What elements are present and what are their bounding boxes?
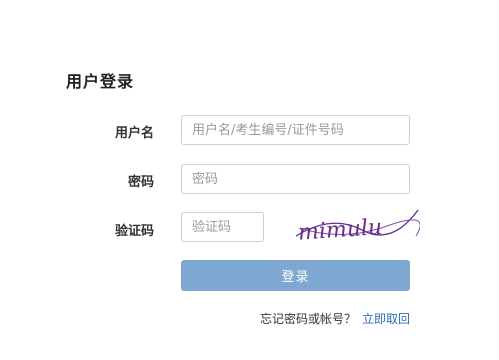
- password-label: 密码: [127, 175, 154, 190]
- captcha-input[interactable]: [181, 212, 264, 242]
- username-input[interactable]: [181, 115, 410, 145]
- captcha-label: 验证码: [114, 224, 154, 239]
- login-page: 用户登录 用户名 密码 验证码 mimulu 登录 忘记密码或帐号？ 立即取回: [0, 0, 499, 360]
- retrieve-now-link[interactable]: 立即取回: [362, 312, 410, 326]
- password-input[interactable]: [181, 164, 410, 194]
- captcha-image[interactable]: mimulu: [292, 206, 420, 246]
- login-button[interactable]: 登录: [181, 260, 410, 291]
- captcha-text: mimulu: [297, 215, 383, 246]
- username-label: 用户名: [114, 126, 154, 141]
- forgot-prompt: 忘记密码或帐号？: [259, 312, 356, 326]
- page-title: 用户登录: [66, 72, 135, 91]
- forgot-account-line: 忘记密码或帐号？ 立即取回: [260, 310, 410, 327]
